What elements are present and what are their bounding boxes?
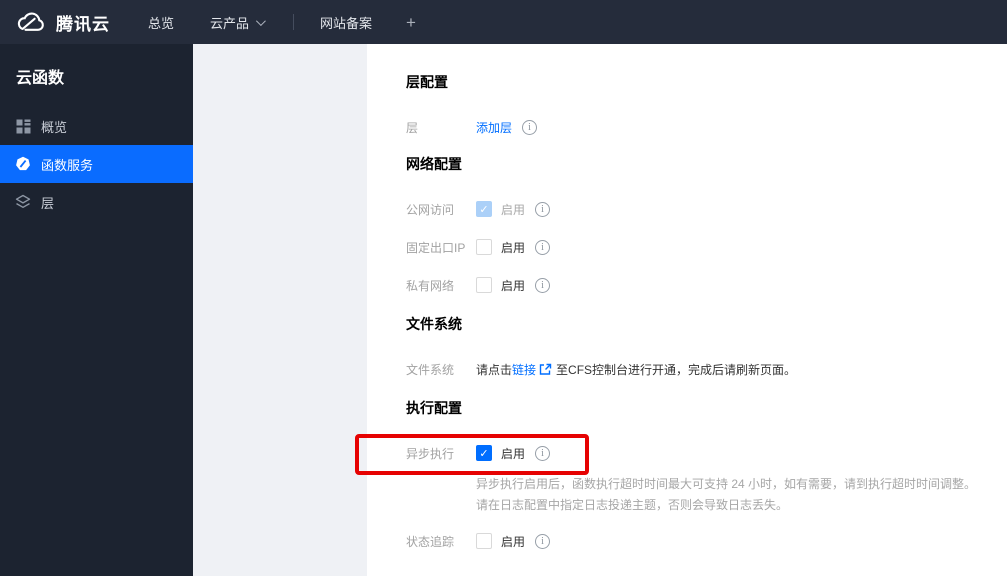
vpc-checkbox[interactable]: [476, 277, 492, 293]
enable-label: 启用: [501, 534, 526, 549]
top-navigation: 总览 云产品 网站备案 +: [148, 13, 416, 32]
enable-label: 启用: [501, 240, 526, 255]
add-tab-button[interactable]: +: [406, 14, 416, 31]
enable-label: 启用: [501, 278, 526, 293]
form-row-status-tracking: 状态追踪 启用 i: [406, 532, 999, 550]
form-row-public-access: 公网访问 ✓ 启用 i: [406, 200, 999, 218]
tencent-cloud-logo-icon: [14, 10, 47, 34]
grid-icon: [15, 118, 31, 134]
info-icon[interactable]: i: [535, 201, 551, 217]
help-line-1: 异步执行启用后，函数执行超时时间最大可支持 24 小时，如有需要，请到执行超时时…: [476, 477, 977, 491]
info-icon[interactable]: i: [535, 533, 551, 549]
status-tracking-checkbox[interactable]: [476, 533, 492, 549]
info-icon[interactable]: i: [535, 445, 551, 461]
form-row-layer: 层 添加层 i: [406, 118, 999, 136]
field-label: 公网访问: [406, 202, 455, 217]
nav-divider: [293, 14, 295, 30]
topbar: 腾讯云 总览 云产品 网站备案 +: [0, 0, 1007, 44]
sidebar-item-layers[interactable]: 层: [0, 183, 193, 221]
enable-label: 启用: [501, 202, 526, 217]
form-row-vpc: 私有网络 启用 i: [406, 276, 999, 294]
brand[interactable]: 腾讯云: [14, 10, 110, 35]
enable-label: 启用: [501, 446, 526, 461]
section-heading-network-config: 网络配置: [406, 156, 462, 172]
section-heading-execution-config: 执行配置: [406, 400, 462, 416]
info-icon[interactable]: i: [522, 119, 538, 135]
page: 腾讯云 总览 云产品 网站备案 + 云函数 概览 函数服务 层 层配置 层 添加…: [0, 0, 1007, 576]
async-execution-help: 异步执行启用后，函数执行超时时间最大可支持 24 小时，如有需要，请到执行超时时…: [476, 474, 999, 516]
form-row-async-execution: 异步执行 ✓ 启用 i: [406, 444, 999, 462]
form-row-fixed-ip: 固定出口IP 启用 i: [406, 238, 999, 256]
fixed-ip-checkbox[interactable]: [476, 239, 492, 255]
content-gutter: [193, 44, 367, 576]
sidebar-item-label: 概览: [41, 119, 68, 135]
scf-function-icon: [15, 156, 31, 172]
sidebar-title: 云函数: [16, 70, 65, 87]
nav-icp-filing[interactable]: 网站备案: [320, 13, 372, 32]
public-access-checkbox: ✓: [476, 201, 492, 217]
info-icon[interactable]: i: [535, 277, 551, 293]
external-link-icon: [539, 363, 552, 376]
field-label: 文件系统: [406, 362, 455, 377]
nav-overview[interactable]: 总览: [148, 13, 174, 32]
chevron-down-icon: [255, 15, 266, 26]
content-area: 层配置 层 添加层 i 网络配置 公网访问 ✓ 启用 i 固定出口IP 启用 i…: [193, 44, 1007, 576]
add-layer-link[interactable]: 添加层: [476, 119, 512, 136]
help-line-2: 请在日志配置中指定日志投递主题，否则会导致日志丢失。: [476, 498, 789, 512]
field-label: 私有网络: [406, 278, 455, 293]
config-form: 层配置 层 添加层 i 网络配置 公网访问 ✓ 启用 i 固定出口IP 启用 i…: [367, 44, 1007, 576]
section-heading-filesystem: 文件系统: [406, 316, 462, 332]
sidebar-item-function-service[interactable]: 函数服务: [0, 145, 193, 183]
field-label: 异步执行: [406, 446, 455, 461]
form-row-filesystem: 文件系统 请点击 链接 至CFS控制台进行开通，完成后请刷新页面。: [406, 360, 999, 378]
sidebar-item-overview[interactable]: 概览: [0, 107, 193, 145]
cfs-console-link[interactable]: 链接: [512, 361, 536, 378]
section-heading-layer-config: 层配置: [406, 74, 448, 90]
sidebar-menu: 概览 函数服务 层: [0, 107, 193, 221]
sidebar-item-label: 函数服务: [41, 157, 94, 173]
field-label: 状态追踪: [406, 534, 455, 549]
layers-icon: [15, 194, 31, 210]
sidebar-item-label: 层: [41, 195, 55, 211]
sidebar: 云函数 概览 函数服务 层: [0, 44, 193, 576]
field-label: 层: [406, 120, 419, 135]
field-label: 固定出口IP: [406, 240, 466, 255]
info-icon[interactable]: i: [535, 239, 551, 255]
async-execution-checkbox[interactable]: ✓: [476, 445, 492, 461]
filesystem-hint: 请点击 链接 至CFS控制台进行开通，完成后请刷新页面。: [476, 361, 797, 378]
nav-cloud-products[interactable]: 云产品: [210, 13, 266, 32]
brand-name: 腾讯云: [56, 14, 110, 34]
